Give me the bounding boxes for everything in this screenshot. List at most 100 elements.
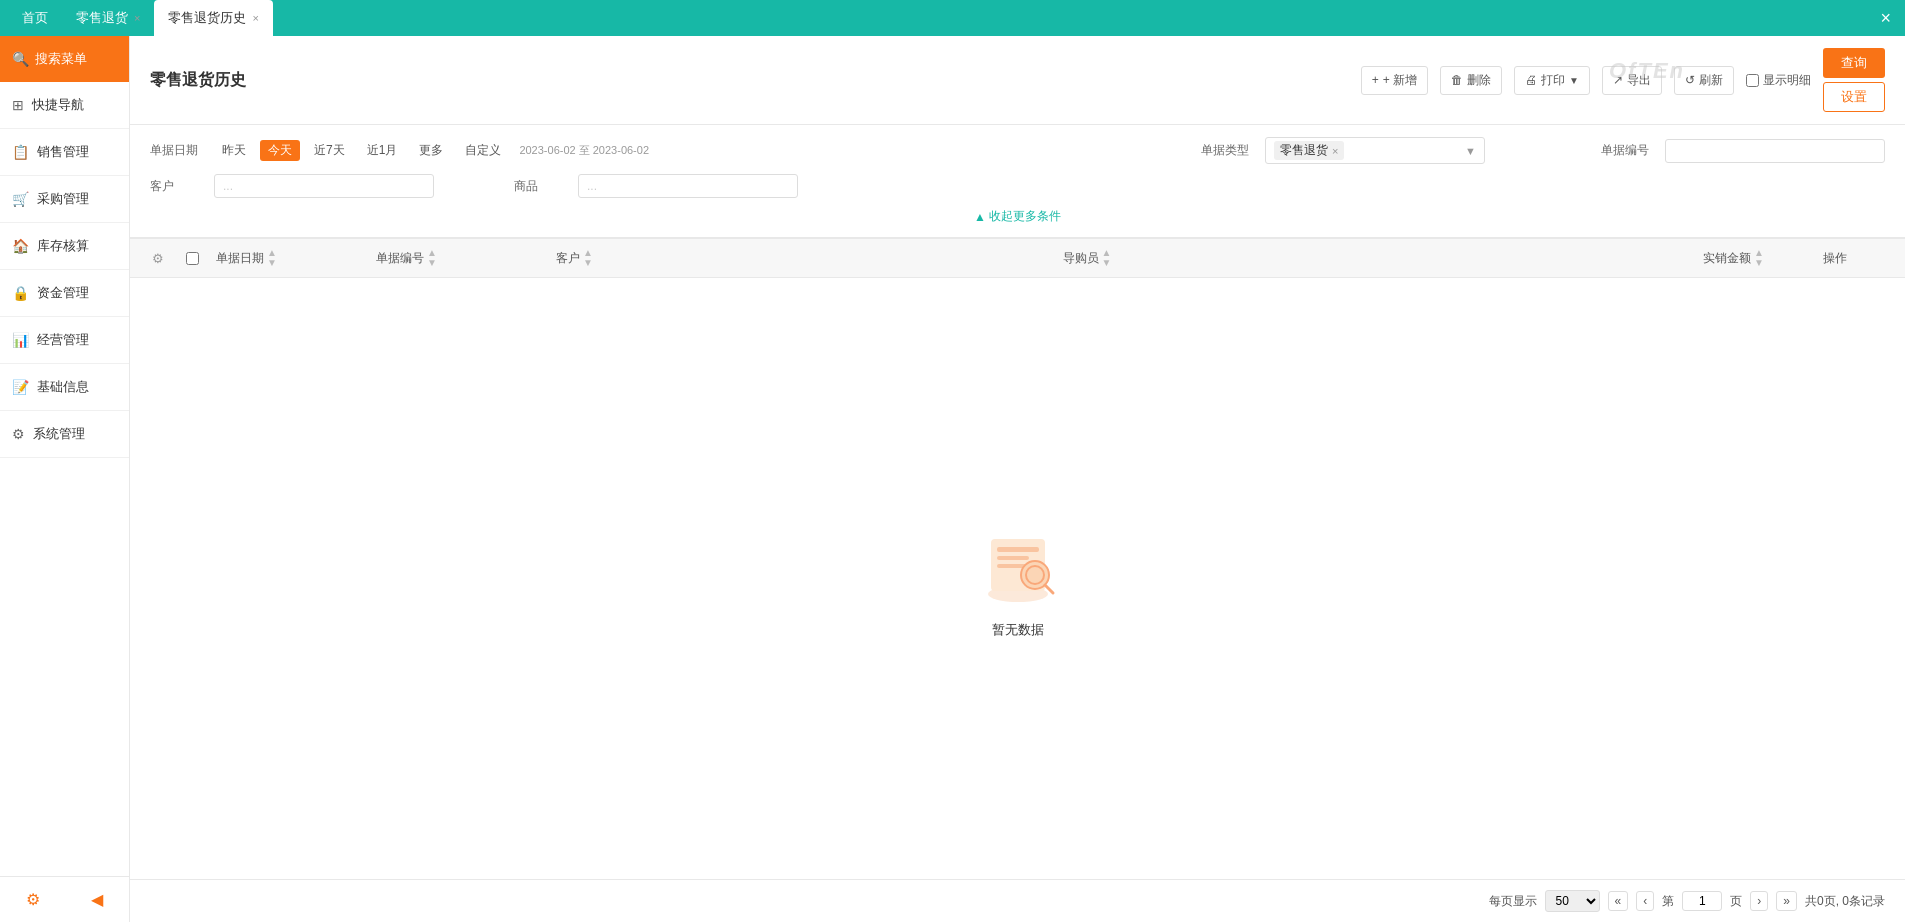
content-area: 零售退货历史 + + 新增 🗑 删除 🖨 打印 ▼ ↗ 导出: [130, 36, 1905, 922]
sidebar-item-system-mgmt[interactable]: ⚙ 系统管理: [0, 411, 129, 458]
table-settings-icon[interactable]: ⚙: [140, 251, 176, 266]
filter-area: 单据日期 昨天 今天 近7天 近1月 更多 自定义 2023-06-02 至 2…: [130, 125, 1905, 238]
tab-home-label: 首页: [22, 9, 48, 27]
goods-label: 商品: [514, 178, 570, 195]
purchase-mgmt-icon: 🛒: [12, 191, 29, 207]
bill-number-label: 单据编号: [1601, 142, 1657, 159]
last-page-button[interactable]: »: [1776, 891, 1797, 911]
th-guide: 导购员 ▲▼: [1055, 248, 1205, 268]
th-bill-no: 单据编号 ▲▼: [368, 248, 548, 268]
date-filter-group: 单据日期 昨天 今天 近7天 近1月 更多 自定义 2023-06-02 至 2…: [150, 140, 649, 161]
th-amount-label: 实销金额: [1703, 250, 1751, 267]
tab-retail-return[interactable]: 零售退货 ×: [62, 0, 154, 36]
page-unit: 页: [1730, 893, 1742, 910]
refresh-button[interactable]: ↺ 刷新: [1674, 66, 1734, 95]
add-label: + 新增: [1383, 72, 1417, 89]
th-action-label: 操作: [1823, 250, 1847, 267]
export-icon: ↗: [1613, 73, 1623, 87]
delete-button[interactable]: 🗑 删除: [1440, 66, 1502, 95]
refresh-label: 刷新: [1699, 72, 1723, 89]
sidebar-search[interactable]: 🔍 搜索菜单: [0, 36, 129, 82]
bill-type-select[interactable]: 零售退货 × ▼: [1265, 137, 1485, 164]
pagination: 每页显示 20 50 100 « ‹ 第 1 页 › » 共0页, 0条记录: [130, 879, 1905, 922]
prev-page-button[interactable]: ‹: [1636, 891, 1654, 911]
sidebar-item-purchase-mgmt[interactable]: 🛒 采购管理: [0, 176, 129, 223]
date-btn-custom[interactable]: 自定义: [457, 140, 509, 161]
th-amount: 实销金额 ▲▼: [1695, 248, 1815, 268]
filter-row-2: 客户 商品: [150, 174, 1885, 198]
th-bill-sort[interactable]: ▲▼: [427, 248, 437, 268]
tab-retail-return-history-label: 零售退货历史: [168, 9, 246, 27]
sidebar-bottom: ⚙ ◀: [0, 876, 129, 922]
bill-type-group: 单据类型 零售退货 × ▼: [1201, 137, 1521, 164]
collapse-button[interactable]: ▲ 收起更多条件: [974, 208, 1061, 225]
goods-input[interactable]: [578, 174, 798, 198]
sidebar-item-operations-label: 经营管理: [37, 331, 89, 349]
search-icon: 🔍: [12, 51, 29, 67]
delete-icon: 🗑: [1451, 73, 1463, 87]
sales-mgmt-icon: 📋: [12, 144, 29, 160]
settings-button[interactable]: 设置: [1823, 82, 1885, 112]
operations-icon: 📊: [12, 332, 29, 348]
bill-type-tag-close[interactable]: ×: [1332, 145, 1338, 157]
sidebar-item-quick-nav[interactable]: ⊞ 快捷导航: [0, 82, 129, 129]
per-page-select[interactable]: 20 50 100: [1545, 890, 1600, 912]
query-button[interactable]: 查询: [1823, 48, 1885, 78]
tab-home[interactable]: 首页: [8, 0, 62, 36]
th-guide-label: 导购员: [1063, 250, 1099, 267]
tab-retail-return-history[interactable]: 零售退货历史 ×: [154, 0, 272, 36]
next-page-button[interactable]: ›: [1750, 891, 1768, 911]
select-all-checkbox[interactable]: [186, 252, 199, 265]
sidebar-item-system-label: 系统管理: [33, 425, 85, 443]
filter-section-1: 单据日期 昨天 今天 近7天 近1月 更多 自定义 2023-06-02 至 2…: [150, 137, 1885, 164]
sidebar-item-inventory[interactable]: 🏠 库存核算: [0, 223, 129, 270]
sidebar-item-basic-info[interactable]: 📝 基础信息: [0, 364, 129, 411]
inventory-icon: 🏠: [12, 238, 29, 254]
show-detail-checkbox[interactable]: [1746, 74, 1759, 87]
collapse-sidebar-icon[interactable]: ◀: [91, 890, 103, 909]
customer-filter-group: 客户: [150, 174, 434, 198]
export-label: 导出: [1627, 72, 1651, 89]
date-btn-more[interactable]: 更多: [411, 140, 451, 161]
sidebar-item-sales-mgmt[interactable]: 📋 销售管理: [0, 129, 129, 176]
svg-rect-3: [997, 556, 1029, 560]
date-btn-today[interactable]: 今天: [260, 140, 300, 161]
first-page-button[interactable]: «: [1608, 891, 1629, 911]
add-button[interactable]: + + 新增: [1361, 66, 1428, 95]
th-amount-sort[interactable]: ▲▼: [1754, 248, 1764, 268]
empty-state: 暂无数据: [130, 278, 1905, 879]
th-guide-sort[interactable]: ▲▼: [1102, 248, 1112, 268]
settings-bottom-icon[interactable]: ⚙: [26, 890, 40, 909]
tab-retail-return-label: 零售退货: [76, 9, 128, 27]
th-action: 操作: [1815, 250, 1895, 267]
th-customer: 客户 ▲▼: [548, 248, 1055, 268]
tab-retail-return-close[interactable]: ×: [134, 12, 140, 24]
table-header: ⚙ 单据日期 ▲▼ 单据编号 ▲▼ 客户 ▲▼ 导购员: [130, 238, 1905, 278]
date-btn-7days[interactable]: 近7天: [306, 140, 353, 161]
print-button[interactable]: 🖨 打印 ▼: [1514, 66, 1590, 95]
export-button[interactable]: ↗ 导出: [1602, 66, 1662, 95]
date-btn-1month[interactable]: 近1月: [359, 140, 406, 161]
page-header: 零售退货历史 + + 新增 🗑 删除 🖨 打印 ▼ ↗ 导出: [130, 36, 1905, 125]
window-close-button[interactable]: ×: [1866, 8, 1905, 29]
date-btn-yesterday[interactable]: 昨天: [214, 140, 254, 161]
bill-type-tag-value: 零售退货: [1280, 142, 1328, 159]
th-customer-sort[interactable]: ▲▼: [583, 248, 593, 268]
page-number-input[interactable]: 1: [1682, 891, 1722, 911]
th-date-sort[interactable]: ▲▼: [267, 248, 277, 268]
sidebar: 🔍 搜索菜单 ⊞ 快捷导航 📋 销售管理 🛒 采购管理 🏠 库存核算 🔒: [0, 36, 130, 922]
sidebar-item-inventory-label: 库存核算: [37, 237, 89, 255]
svg-rect-2: [997, 547, 1039, 552]
sidebar-item-finance[interactable]: 🔒 资金管理: [0, 270, 129, 317]
tab-retail-return-history-close[interactable]: ×: [252, 12, 258, 24]
quick-nav-icon: ⊞: [12, 97, 24, 113]
sidebar-item-operations[interactable]: 📊 经营管理: [0, 317, 129, 364]
table-select-all[interactable]: [176, 252, 208, 265]
th-customer-label: 客户: [556, 250, 580, 267]
filter-section-2: 客户 商品: [150, 174, 1885, 198]
print-icon: 🖨: [1525, 73, 1537, 87]
bill-number-input[interactable]: [1665, 139, 1885, 163]
total-info: 共0页, 0条记录: [1805, 893, 1885, 910]
sidebar-item-quick-nav-label: 快捷导航: [32, 96, 84, 114]
customer-input[interactable]: [214, 174, 434, 198]
